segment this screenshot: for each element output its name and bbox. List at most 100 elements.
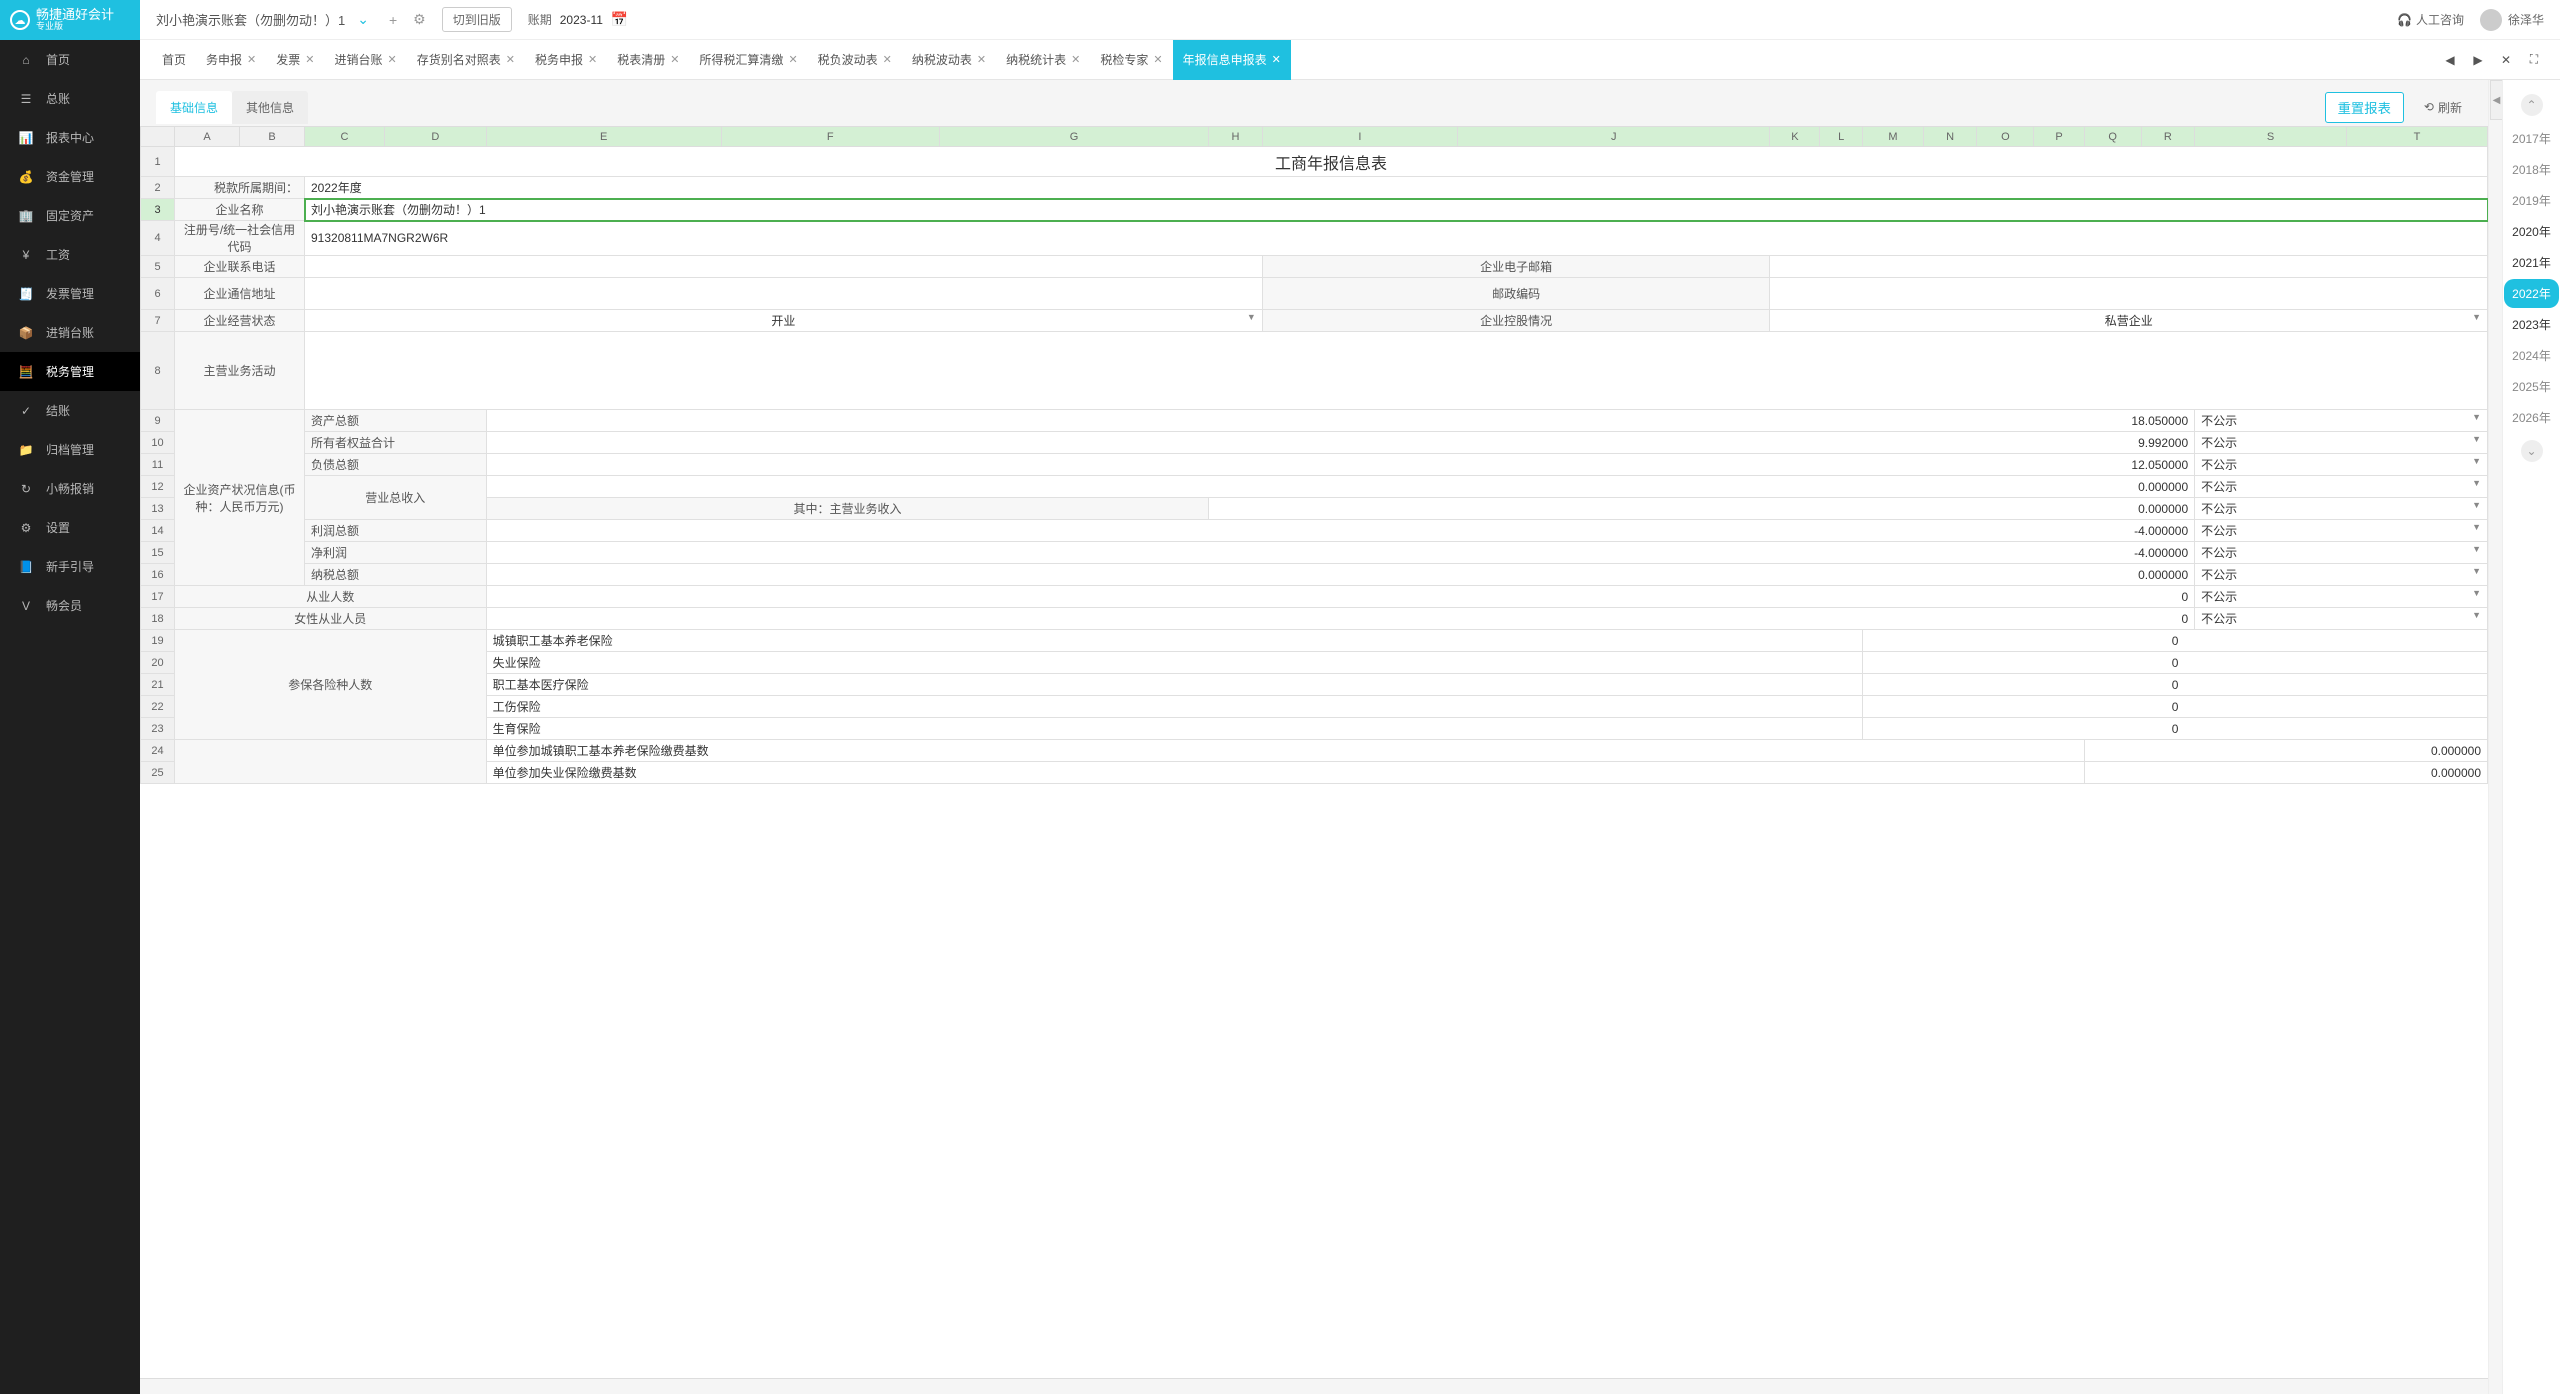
- tab[interactable]: 务申报✕: [196, 40, 266, 80]
- main-biz-value[interactable]: [305, 332, 2488, 410]
- row-header[interactable]: 13: [141, 498, 175, 520]
- gear-icon[interactable]: ⚙: [413, 11, 426, 28]
- year-item[interactable]: 2017年: [2504, 124, 2559, 153]
- col-header[interactable]: F: [721, 127, 939, 147]
- row-header[interactable]: 2: [141, 177, 175, 199]
- horizontal-scrollbar[interactable]: [140, 1378, 2488, 1394]
- row-header[interactable]: 12: [141, 476, 175, 498]
- row-header[interactable]: 22: [141, 696, 175, 718]
- col-header[interactable]: D: [385, 127, 487, 147]
- close-icon[interactable]: ✕: [883, 53, 892, 66]
- col-header[interactable]: C: [305, 127, 385, 147]
- sidebar-item-settings[interactable]: ⚙设置: [0, 508, 140, 547]
- status-dropdown[interactable]: 开业: [305, 310, 1263, 332]
- tab[interactable]: 税检专家✕: [1090, 40, 1172, 80]
- finance-value[interactable]: 0.000000: [486, 476, 2195, 498]
- col-header[interactable]: J: [1457, 127, 1770, 147]
- sidebar-item-fund[interactable]: 💰资金管理: [0, 157, 140, 196]
- col-header[interactable]: O: [1977, 127, 2034, 147]
- close-icon[interactable]: ✕: [788, 53, 797, 66]
- finance-value[interactable]: 9.992000: [486, 432, 2195, 454]
- year-item[interactable]: 2018年: [2504, 155, 2559, 184]
- year-item[interactable]: 2024年: [2504, 341, 2559, 370]
- finance-subvalue[interactable]: 0.000000: [1209, 498, 2195, 520]
- sidebar-item-guide[interactable]: 📘新手引导: [0, 547, 140, 586]
- sidebar-item-close[interactable]: ✓结账: [0, 391, 140, 430]
- row-header[interactable]: 14: [141, 520, 175, 542]
- close-icon[interactable]: ✕: [506, 53, 515, 66]
- email-value[interactable]: [1770, 256, 2488, 278]
- row-header[interactable]: 9: [141, 410, 175, 432]
- addr-value[interactable]: [305, 278, 1263, 310]
- row-header[interactable]: 18: [141, 608, 175, 630]
- year-panel-collapse[interactable]: ◀: [2490, 80, 2502, 120]
- tab[interactable]: 税务申报✕: [525, 40, 607, 80]
- row-header[interactable]: 3: [141, 199, 175, 221]
- company-name-cell[interactable]: 刘小艳演示账套（勿删勿动！）1: [305, 199, 2488, 221]
- sidebar-item-report[interactable]: 📊报表中心: [0, 118, 140, 157]
- insurance-value[interactable]: 0: [1863, 718, 2488, 740]
- tab[interactable]: 发票✕: [266, 40, 324, 80]
- sidebar-item-tax[interactable]: 🧮税务管理: [0, 352, 140, 391]
- female-value[interactable]: 0: [486, 608, 2195, 630]
- col-header[interactable]: P: [2034, 127, 2084, 147]
- col-header[interactable]: A: [175, 127, 240, 147]
- sidebar-item-ledger[interactable]: ☰总账: [0, 79, 140, 118]
- reg-value[interactable]: 91320811MA7NGR2W6R: [305, 221, 2488, 256]
- sidebar-item-expense[interactable]: ↻小畅报销: [0, 469, 140, 508]
- col-header[interactable]: H: [1209, 127, 1262, 147]
- tab[interactable]: 所得税汇算清缴✕: [689, 40, 807, 80]
- row-header[interactable]: 11: [141, 454, 175, 476]
- close-icon[interactable]: ✕: [388, 53, 397, 66]
- insurance-value[interactable]: 0: [1863, 696, 2488, 718]
- close-icon[interactable]: ✕: [305, 53, 314, 66]
- finance-value[interactable]: 0.000000: [486, 564, 2195, 586]
- tab[interactable]: 纳税波动表✕: [902, 40, 996, 80]
- period-value[interactable]: 2023-11: [560, 13, 603, 27]
- col-header[interactable]: K: [1770, 127, 1820, 147]
- tab[interactable]: 税负波动表✕: [808, 40, 902, 80]
- vertical-scrollbar[interactable]: [2488, 80, 2502, 1394]
- plus-icon[interactable]: +: [389, 12, 397, 28]
- row-header[interactable]: 16: [141, 564, 175, 586]
- row-header[interactable]: 6: [141, 278, 175, 310]
- col-header[interactable]: S: [2195, 127, 2347, 147]
- tab-prev-button[interactable]: ◀: [2436, 46, 2464, 74]
- close-icon[interactable]: ✕: [1272, 53, 1281, 66]
- row-header[interactable]: 24: [141, 740, 175, 762]
- col-header[interactable]: Q: [2084, 127, 2141, 147]
- pub-dropdown[interactable]: 不公示: [2195, 564, 2488, 586]
- row-header[interactable]: 7: [141, 310, 175, 332]
- refresh-button[interactable]: ⟲ 刷新: [2414, 92, 2472, 123]
- account-selector[interactable]: 刘小艳演示账套（勿删勿动！）1 ⌄: [156, 10, 381, 29]
- col-header[interactable]: T: [2346, 127, 2487, 147]
- tab[interactable]: 存货别名对照表✕: [407, 40, 525, 80]
- year-item[interactable]: 2021年: [2504, 248, 2559, 277]
- reset-button[interactable]: 重置报表: [2325, 92, 2404, 123]
- subtab-basic[interactable]: 基础信息: [156, 91, 232, 124]
- col-header[interactable]: G: [939, 127, 1209, 147]
- col-header[interactable]: B: [240, 127, 305, 147]
- phone-value[interactable]: [305, 256, 1263, 278]
- row-header[interactable]: 1: [141, 147, 175, 177]
- col-header[interactable]: I: [1262, 127, 1457, 147]
- col-header[interactable]: L: [1820, 127, 1863, 147]
- close-icon[interactable]: ✕: [670, 53, 679, 66]
- finance-value[interactable]: -4.000000: [486, 520, 2195, 542]
- employee-pub-dropdown[interactable]: 不公示: [2195, 586, 2488, 608]
- tab[interactable]: 纳税统计表✕: [996, 40, 1090, 80]
- sidebar-item-salary[interactable]: ¥工资: [0, 235, 140, 274]
- close-icon[interactable]: ✕: [977, 53, 986, 66]
- spreadsheet[interactable]: ABCDEFGHIJKLMNOPQRST 1 工商年报信息表 2 税款所属期间：…: [140, 126, 2488, 1378]
- year-item[interactable]: 2025年: [2504, 372, 2559, 401]
- sidebar-item-asset[interactable]: 🏢固定资产: [0, 196, 140, 235]
- calendar-icon[interactable]: 📅: [611, 11, 628, 28]
- tab[interactable]: 进销台账✕: [324, 40, 406, 80]
- close-icon[interactable]: ✕: [1153, 53, 1162, 66]
- close-icon[interactable]: ✕: [588, 53, 597, 66]
- row-header[interactable]: 15: [141, 542, 175, 564]
- postal-value[interactable]: [1770, 278, 2488, 310]
- year-item[interactable]: 2019年: [2504, 186, 2559, 215]
- row-header[interactable]: 20: [141, 652, 175, 674]
- base-value[interactable]: 0.000000: [2084, 740, 2487, 762]
